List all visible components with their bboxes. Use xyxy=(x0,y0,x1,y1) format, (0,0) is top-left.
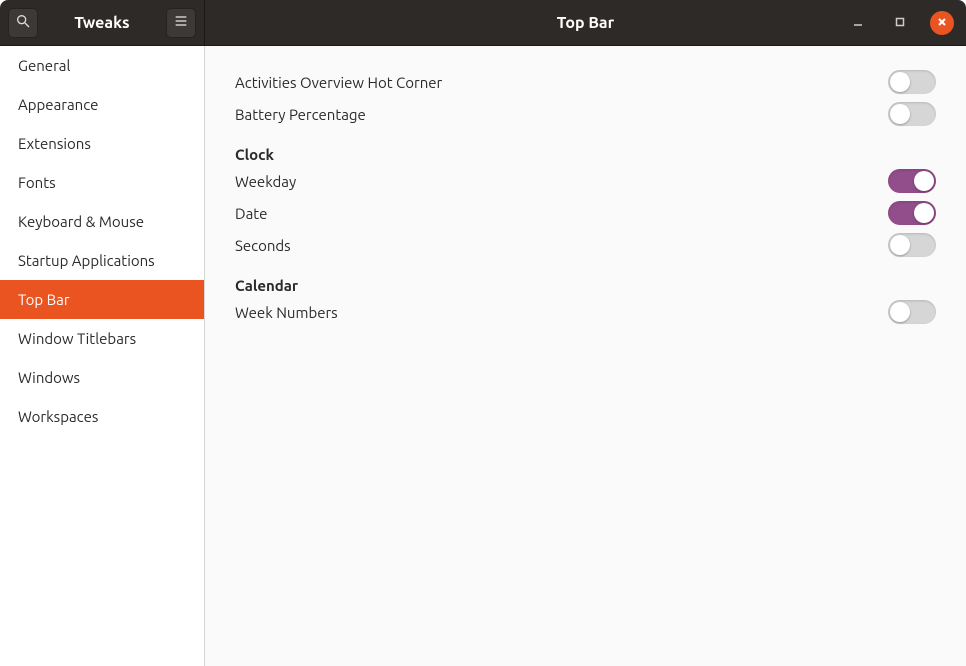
toggle-date[interactable] xyxy=(888,201,936,225)
setting-row: Seconds xyxy=(235,229,936,261)
section-heading-calendar: Calendar xyxy=(235,277,936,294)
setting-label: Week Numbers xyxy=(235,304,338,321)
maximize-button[interactable] xyxy=(888,11,912,35)
titlebar-right: Top Bar xyxy=(205,0,966,45)
toggle-week-numbers[interactable] xyxy=(888,300,936,324)
minimize-button[interactable] xyxy=(846,11,870,35)
sidebar-item-windows[interactable]: Windows xyxy=(0,358,204,397)
toggle-knob xyxy=(890,104,910,124)
sidebar-item-appearance[interactable]: Appearance xyxy=(0,85,204,124)
close-button[interactable] xyxy=(930,11,954,35)
toggle-activities-overview-hot-corner[interactable] xyxy=(888,70,936,94)
sidebar-item-label: General xyxy=(18,57,70,74)
sidebar-item-label: Startup Applications xyxy=(18,252,155,269)
setting-label: Weekday xyxy=(235,173,296,190)
content: Activities Overview Hot Corner Battery Pe… xyxy=(205,46,966,666)
titlebar-left: Tweaks xyxy=(0,0,205,45)
window-controls xyxy=(846,11,954,35)
toggle-battery-percentage[interactable] xyxy=(888,102,936,126)
titlebar: Tweaks Top Bar xyxy=(0,0,966,46)
toggle-knob xyxy=(890,235,910,255)
sidebar-item-general[interactable]: General xyxy=(0,46,204,85)
sidebar-item-workspaces[interactable]: Workspaces xyxy=(0,397,204,436)
toggle-weekday[interactable] xyxy=(888,169,936,193)
setting-row: Week Numbers xyxy=(235,296,936,328)
search-button[interactable] xyxy=(8,8,38,38)
setting-row: Battery Percentage xyxy=(235,98,936,130)
sidebar-item-label: Workspaces xyxy=(18,408,98,425)
sidebar-item-window-titlebars[interactable]: Window Titlebars xyxy=(0,319,204,358)
sidebar-item-label: Appearance xyxy=(18,96,98,113)
sidebar-item-extensions[interactable]: Extensions xyxy=(0,124,204,163)
toggle-knob xyxy=(914,203,934,223)
search-icon xyxy=(15,13,31,33)
sidebar-item-label: Fonts xyxy=(18,174,56,191)
app-title: Tweaks xyxy=(46,14,158,32)
sidebar-item-label: Window Titlebars xyxy=(18,330,136,347)
page-title: Top Bar xyxy=(557,14,614,32)
setting-label: Seconds xyxy=(235,237,291,254)
toggle-knob xyxy=(890,302,910,322)
sidebar-item-top-bar[interactable]: Top Bar xyxy=(0,280,204,319)
sidebar-item-label: Keyboard & Mouse xyxy=(18,213,144,230)
sidebar-item-keyboard-mouse[interactable]: Keyboard & Mouse xyxy=(0,202,204,241)
sidebar-item-fonts[interactable]: Fonts xyxy=(0,163,204,202)
toggle-knob xyxy=(890,72,910,92)
hamburger-icon xyxy=(173,13,189,33)
minimize-icon xyxy=(852,14,864,32)
close-icon xyxy=(936,14,948,32)
setting-label: Battery Percentage xyxy=(235,106,366,123)
sidebar-item-label: Top Bar xyxy=(18,291,70,308)
maximize-icon xyxy=(894,14,906,32)
menu-button[interactable] xyxy=(166,8,196,38)
setting-row: Weekday xyxy=(235,165,936,197)
body: General Appearance Extensions Fonts Keyboard… xyxy=(0,46,966,666)
toggle-seconds[interactable] xyxy=(888,233,936,257)
setting-row: Activities Overview Hot Corner xyxy=(235,66,936,98)
sidebar-item-startup-applications[interactable]: Startup Applications xyxy=(0,241,204,280)
setting-label: Activities Overview Hot Corner xyxy=(235,74,442,91)
sidebar-item-label: Windows xyxy=(18,369,80,386)
setting-label: Date xyxy=(235,205,267,222)
sidebar-item-label: Extensions xyxy=(18,135,91,152)
toggle-knob xyxy=(914,171,934,191)
section-heading-clock: Clock xyxy=(235,146,936,163)
sidebar: General Appearance Extensions Fonts Keyboard… xyxy=(0,46,205,666)
setting-row: Date xyxy=(235,197,936,229)
